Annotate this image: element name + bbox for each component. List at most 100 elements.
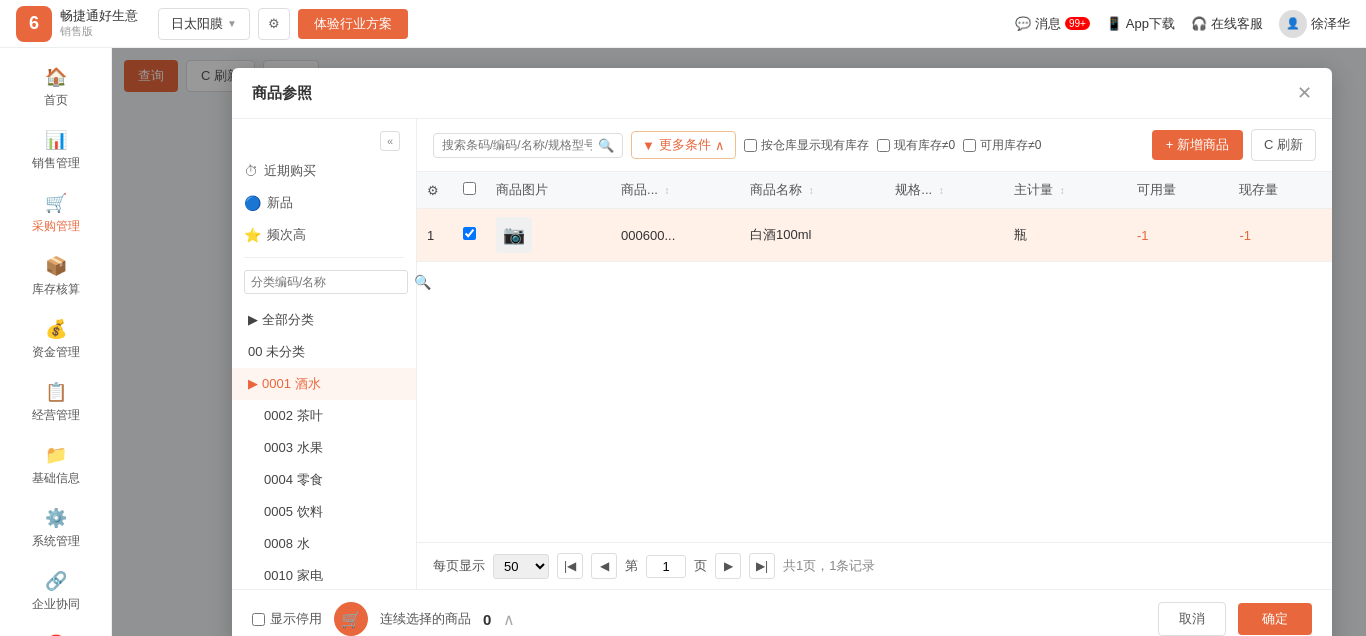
cart-icon-button[interactable]: 🛒 (334, 602, 368, 636)
unit-col-header[interactable]: 主计量 ↕ (1004, 172, 1127, 209)
spec-col-header[interactable]: 规格... ↕ (885, 172, 1004, 209)
sidebar-item-enterprise[interactable]: 🔗 企业协同 (0, 560, 111, 623)
confirm-button[interactable]: 确定 (1238, 603, 1312, 635)
divider (244, 257, 404, 258)
user-profile[interactable]: 👤 徐泽华 (1279, 10, 1350, 38)
collapse-panel-button[interactable]: « (380, 131, 400, 151)
available-col-header[interactable]: 可用量 (1127, 172, 1230, 209)
cat-all[interactable]: ▶ 全部分类 (232, 304, 416, 336)
sidebar-item-basic-info[interactable]: 📁 基础信息 (0, 434, 111, 497)
modal-header: 商品参照 ✕ (232, 68, 1332, 119)
sidebar-item-purchase[interactable]: 🛒 采购管理 (0, 182, 111, 245)
per-page-select[interactable]: 50 10 20 100 (493, 554, 549, 579)
first-page-button[interactable]: |◀ (557, 553, 583, 579)
trial-button[interactable]: 体验行业方案 (298, 9, 408, 39)
chevron-down-icon: ▼ (227, 18, 237, 29)
nav-dropdown[interactable]: 日太阳膜 ▼ (158, 8, 250, 40)
sidebar: 🏠 首页 📊 销售管理 🛒 采购管理 📦 库存核算 💰 资金管理 📋 经营管理 … (0, 48, 112, 636)
warehouse-stock-checkbox[interactable]: 按仓库显示现有库存 (744, 137, 869, 154)
table-header-row: ⚙ 商品图片 商品... ↕ 商品名称 ↕ 规格... ↕ 主计量 ↕ (417, 172, 1332, 209)
inventory-icon: 📦 (45, 255, 67, 277)
sidebar-item-finance[interactable]: 💰 资金管理 (0, 308, 111, 371)
sidebar-item-inventory[interactable]: 📦 库存核算 (0, 245, 111, 308)
product-thumbnail: 📷 (496, 217, 532, 253)
operations-icon: 📋 (45, 381, 67, 403)
messages-button[interactable]: 💬 消息 99+ (1015, 15, 1090, 33)
table-row[interactable]: 1 📷 000600... 白酒100ml (417, 209, 1332, 262)
logo-icon: 6 (16, 6, 52, 42)
new-icon: 🔵 (244, 195, 261, 211)
product-table-wrapper: ⚙ 商品图片 商品... ↕ 商品名称 ↕ 规格... ↕ 主计量 ↕ (417, 172, 1332, 542)
finance-icon: 💰 (45, 318, 67, 340)
gear-button[interactable]: ⚙ (258, 8, 290, 40)
more-conditions-button[interactable]: ▼ 更多条件 ∧ (631, 131, 736, 159)
sidebar-item-operations[interactable]: 📋 经营管理 (0, 371, 111, 434)
category-search-input[interactable] (244, 270, 408, 294)
refresh-button[interactable]: C 刷新 (1251, 129, 1316, 161)
filter-icon: ▼ (642, 138, 655, 153)
available-stock-checkbox[interactable]: 可用库存≠0 (963, 137, 1041, 154)
sidebar-item-guide[interactable]: 🎯 新手引导 (0, 623, 111, 636)
cart-count: 0 (483, 611, 491, 628)
select-all-checkbox[interactable] (463, 182, 476, 195)
quick-frequent-item[interactable]: ⭐ 频次高 (232, 219, 416, 251)
enterprise-icon: 🔗 (45, 570, 67, 592)
cat-0002[interactable]: 0002 茶叶 (232, 400, 416, 432)
row-num: 1 (417, 209, 453, 262)
cat-0004[interactable]: 0004 零食 (232, 464, 416, 496)
collapse-arrow-icon[interactable]: ∧ (503, 610, 515, 629)
product-search-icon[interactable]: 🔍 (598, 138, 614, 153)
toolbar: 🔍 ▼ 更多条件 ∧ 按仓库显示现有库存 (417, 119, 1332, 172)
page-number-input[interactable] (646, 555, 686, 578)
logo-area: 6 畅捷通好生意 销售版 (16, 6, 138, 42)
cancel-button[interactable]: 取消 (1158, 602, 1226, 636)
last-page-button[interactable]: ▶| (749, 553, 775, 579)
main-layout: 🏠 首页 📊 销售管理 🛒 采购管理 📦 库存核算 💰 资金管理 📋 经营管理 … (0, 48, 1366, 636)
logo-sub: 销售版 (60, 24, 138, 39)
cat-0005[interactable]: 0005 饮料 (232, 496, 416, 528)
row-code: 000600... (611, 209, 740, 262)
row-available: -1 (1127, 209, 1230, 262)
current-stock-checkbox[interactable]: 现有库存≠0 (877, 137, 955, 154)
row-checkbox[interactable] (453, 209, 486, 262)
img-col-header: 商品图片 (486, 172, 611, 209)
sidebar-item-home[interactable]: 🏠 首页 (0, 56, 111, 119)
modal-body: « ⏱ 近期购买 🔵 新品 ⭐ 频次高 (232, 119, 1332, 589)
add-product-button[interactable]: + 新增商品 (1152, 130, 1243, 160)
close-icon[interactable]: ✕ (1297, 82, 1312, 104)
quick-recent-item[interactable]: ⏱ 近期购买 (232, 155, 416, 187)
quick-new-item[interactable]: 🔵 新品 (232, 187, 416, 219)
cat-0003[interactable]: 0003 水果 (232, 432, 416, 464)
app-download-button[interactable]: 📱 App下载 (1106, 15, 1175, 33)
code-col-header[interactable]: 商品... ↕ (611, 172, 740, 209)
product-search-input[interactable] (442, 138, 592, 152)
cart-label: 连续选择的商品 (380, 610, 471, 628)
left-panel: « ⏱ 近期购买 🔵 新品 ⭐ 频次高 (232, 119, 417, 589)
row-spec (885, 209, 1004, 262)
clock-icon: ⏱ (244, 163, 258, 179)
name-col-header[interactable]: 商品名称 ↕ (740, 172, 885, 209)
category-tree: ▶ 全部分类 00 未分类 ▶ 0001 酒水 0002 茶叶 (232, 300, 416, 581)
logo-text: 畅捷通好生意 (60, 8, 138, 25)
modal-title: 商品参照 (252, 84, 312, 103)
sales-icon: 📊 (45, 129, 67, 151)
sidebar-item-sales[interactable]: 📊 销售管理 (0, 119, 111, 182)
cat-0008[interactable]: 0008 水 (232, 528, 416, 560)
sidebar-item-system[interactable]: ⚙️ 系统管理 (0, 497, 111, 560)
prev-page-button[interactable]: ◀ (591, 553, 617, 579)
stock-col-header[interactable]: 现存量 (1229, 172, 1332, 209)
next-page-button[interactable]: ▶ (715, 553, 741, 579)
purchase-icon: 🛒 (45, 192, 67, 214)
settings-col-header[interactable]: ⚙ (417, 172, 453, 209)
category-search-row: 🔍 (232, 264, 416, 300)
cat-0001[interactable]: ▶ 0001 酒水 (232, 368, 416, 400)
show-disabled-checkbox[interactable]: 显示停用 (252, 610, 322, 628)
right-panel: 🔍 ▼ 更多条件 ∧ 按仓库显示现有库存 (417, 119, 1332, 589)
cat-0010[interactable]: 0010 家电 (232, 560, 416, 581)
system-icon: ⚙️ (45, 507, 67, 529)
product-reference-modal: 商品参照 ✕ « ⏱ 近期购买 🔵 新品 (232, 68, 1332, 636)
cat-00[interactable]: 00 未分类 (232, 336, 416, 368)
expand-icon: ▶ (248, 312, 258, 327)
customer-service-button[interactable]: 🎧 在线客服 (1191, 15, 1263, 33)
top-nav: 6 畅捷通好生意 销售版 日太阳膜 ▼ ⚙ 体验行业方案 💬 消息 99+ 📱 … (0, 0, 1366, 48)
